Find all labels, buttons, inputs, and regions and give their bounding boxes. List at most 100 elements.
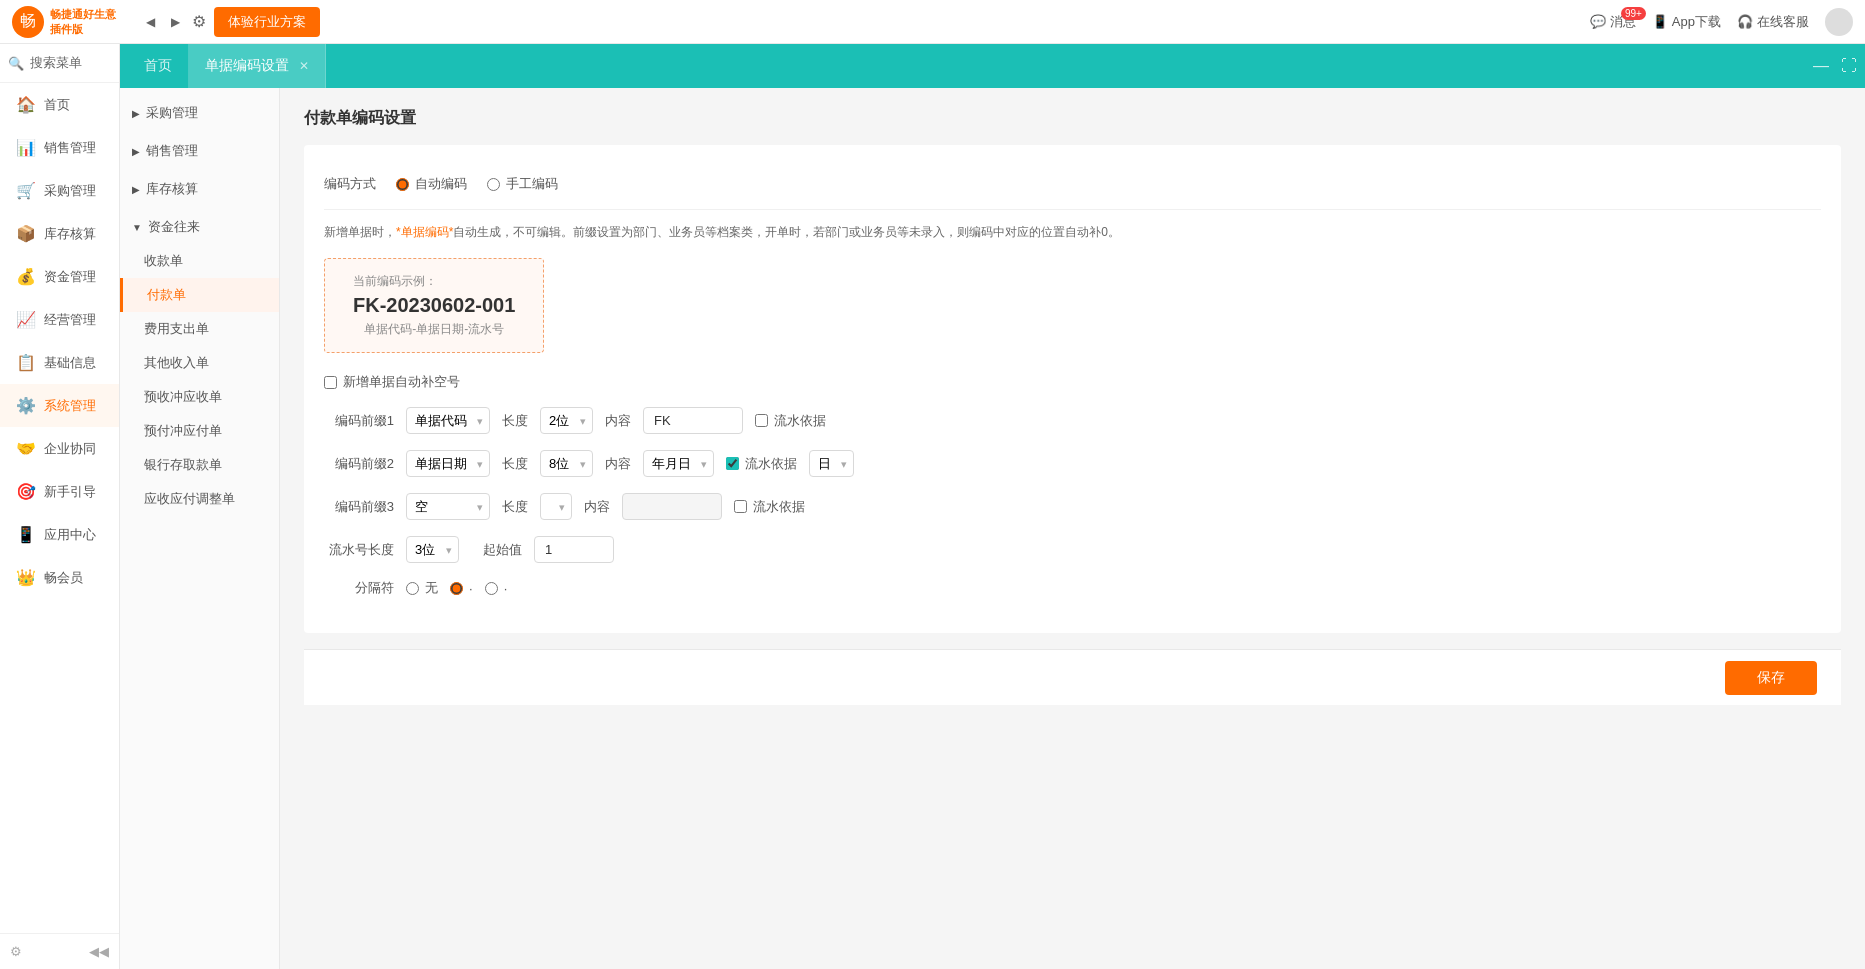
sidebar-item-operations[interactable]: 📈 经营管理 — [0, 298, 119, 341]
auto-fill-checkbox[interactable] — [324, 376, 337, 389]
sidebar-search[interactable]: 🔍 搜索菜单 — [0, 44, 119, 83]
prefix3-length-select[interactable] — [540, 493, 572, 520]
tab-close-icon[interactable]: ✕ — [299, 59, 309, 73]
prefix3-content-label: 内容 — [584, 498, 610, 516]
preview-box: 当前编码示例： FK-20230602-001 单据代码-单据日期-流水号 — [324, 258, 544, 353]
sub-item-prepay-pay[interactable]: 预付冲应付单 — [120, 414, 279, 448]
sidebar-item-sales[interactable]: 📊 销售管理 — [0, 126, 119, 169]
tab-encoding[interactable]: 单据编码设置 ✕ — [189, 44, 326, 88]
sub-item-adjust[interactable]: 应收应付调整单 — [120, 482, 279, 516]
save-button[interactable]: 保存 — [1725, 661, 1817, 695]
chevron-right-icon: ▶ — [132, 184, 140, 195]
prefix1-select-wrap: 单据代码 部门 业务员 — [406, 407, 490, 434]
info-text: 新增单据时，*单据编码*自动生成，不可编辑。前缀设置为部门、业务员等档案类，开单… — [324, 222, 1821, 242]
prefix3-row: 编码前缀3 空 单据代码 部门 长度 — [324, 493, 1821, 520]
preview-label: 当前编码示例： — [353, 273, 515, 290]
auto-fill-label[interactable]: 新增单据自动补空号 — [343, 373, 460, 391]
prefix2-content-select[interactable]: 年月日 年月 年 — [643, 450, 714, 477]
sub-sidebar: ▶ 采购管理 ▶ 销售管理 ▶ 库存核算 — [120, 88, 280, 969]
sub-item-bank-deposit[interactable]: 银行存取款单 — [120, 448, 279, 482]
sidebar-settings-icon[interactable]: ⚙ — [10, 944, 22, 959]
prefix1-content-label: 内容 — [605, 412, 631, 430]
sub-group-inventory-title[interactable]: ▶ 库存核算 — [120, 172, 279, 206]
sub-group-fund: ▼ 资金往来 收款单 付款单 费用支出单 其他收入单 预收冲应收单 预付冲应付单… — [120, 210, 279, 516]
prefix2-row: 编码前缀2 单据日期 单据代码 长度 8位 6位 — [324, 450, 1821, 477]
main-area: 首页 单据编码设置 ✕ — ⛶ ▶ 采购管理 — [120, 44, 1865, 969]
preview-desc: 单据代码-单据日期-流水号 — [353, 321, 515, 338]
chevron-down-icon: ▼ — [132, 222, 142, 233]
avatar[interactable] — [1825, 8, 1853, 36]
tab-bar: 首页 单据编码设置 ✕ — ⛶ — [120, 44, 1865, 88]
separator-dash-radio[interactable]: · — [450, 581, 473, 596]
prefix2-length-select[interactable]: 8位 6位 4位 — [540, 450, 593, 477]
tab-home[interactable]: 首页 — [128, 44, 189, 88]
prefix2-period-wrap: 日 月 年 — [809, 450, 854, 477]
prefix3-select[interactable]: 空 单据代码 部门 — [406, 493, 490, 520]
serial-length-select[interactable]: 3位 4位 5位 — [406, 536, 459, 563]
sub-group-inventory: ▶ 库存核算 — [120, 172, 279, 206]
sidebar-collapse-icon[interactable]: ◀◀ — [89, 944, 109, 959]
system-icon: ⚙️ — [16, 396, 36, 415]
top-bar: 畅 畅捷通好生意 插件版 ◀ ▶ ⚙ 体验行业方案 💬 消息 99+ 📱 App… — [0, 0, 1865, 44]
prefix2-stream-checkbox[interactable] — [726, 457, 739, 470]
prefix3-stream-checkbox[interactable] — [734, 500, 747, 513]
service-btn[interactable]: 🎧 在线客服 — [1737, 13, 1809, 31]
message-badge: 99+ — [1621, 7, 1646, 20]
prefix1-length-select[interactable]: 2位 3位 4位 — [540, 407, 593, 434]
prefix2-select[interactable]: 单据日期 单据代码 — [406, 450, 490, 477]
prefix3-content-input[interactable] — [622, 493, 722, 520]
sidebar-bottom: ⚙ ◀◀ — [0, 933, 119, 969]
separator-dot-radio[interactable]: · — [485, 581, 508, 596]
sidebar-item-newguide[interactable]: 🎯 新手引导 — [0, 470, 119, 513]
sub-group-sales: ▶ 销售管理 — [120, 134, 279, 168]
separator-none-radio[interactable]: 无 — [406, 579, 438, 597]
search-icon: 🔍 — [8, 56, 24, 71]
separator-row: 分隔符 无 · · — [324, 579, 1821, 597]
sidebar-item-home[interactable]: 🏠 首页 — [0, 83, 119, 126]
sub-group-purchase-title[interactable]: ▶ 采购管理 — [120, 96, 279, 130]
tab-maximize-icon[interactable]: ⛶ — [1841, 57, 1857, 75]
prefix3-length-label: 长度 — [502, 498, 528, 516]
trial-button[interactable]: 体验行业方案 — [214, 7, 320, 37]
prefix1-stream-checkbox[interactable] — [755, 414, 768, 427]
purchase-icon: 🛒 — [16, 181, 36, 200]
serial-start-input[interactable] — [534, 536, 614, 563]
sidebar-item-system[interactable]: ⚙️ 系统管理 — [0, 384, 119, 427]
message-btn[interactable]: 💬 消息 99+ — [1590, 13, 1636, 31]
prefix3-stream-label: 流水依据 — [753, 498, 805, 516]
sidebar-item-member[interactable]: 👑 畅会员 — [0, 556, 119, 599]
sidebar-item-basic[interactable]: 📋 基础信息 — [0, 341, 119, 384]
content-area: ▶ 采购管理 ▶ 销售管理 ▶ 库存核算 — [120, 88, 1865, 969]
sidebar-item-finance[interactable]: 💰 资金管理 — [0, 255, 119, 298]
prefix2-label: 编码前缀2 — [324, 455, 394, 473]
sub-group-sales-title[interactable]: ▶ 销售管理 — [120, 134, 279, 168]
sub-item-prepay-receive[interactable]: 预收冲应收单 — [120, 380, 279, 414]
nav-back-icon[interactable]: ◀ — [142, 11, 159, 33]
sub-group-fund-title[interactable]: ▼ 资金往来 — [120, 210, 279, 244]
sidebar-item-purchase[interactable]: 🛒 采购管理 — [0, 169, 119, 212]
prefix2-length-label: 长度 — [502, 455, 528, 473]
preview-code: FK-20230602-001 — [353, 294, 515, 317]
prefix1-content-input[interactable] — [643, 407, 743, 434]
auto-encode-radio[interactable]: 自动编码 — [396, 175, 467, 193]
headset-icon: 🎧 — [1737, 14, 1753, 29]
page-content: 付款单编码设置 编码方式 自动编码 手工编码 — [280, 88, 1865, 969]
sub-item-payment[interactable]: 付款单 — [120, 278, 279, 312]
sub-item-receipt[interactable]: 收款单 — [120, 244, 279, 278]
sidebar-item-apps[interactable]: 📱 应用中心 — [0, 513, 119, 556]
sidebar-item-inventory[interactable]: 📦 库存核算 — [0, 212, 119, 255]
tab-minimize-icon[interactable]: — — [1813, 57, 1829, 75]
finance-icon: 💰 — [16, 267, 36, 286]
prefix2-period-select[interactable]: 日 月 年 — [809, 450, 854, 477]
settings-icon[interactable]: ⚙ — [192, 12, 206, 31]
download-btn[interactable]: 📱 App下载 — [1652, 13, 1721, 31]
prefix1-select[interactable]: 单据代码 部门 业务员 — [406, 407, 490, 434]
prefix1-stream-check: 流水依据 — [755, 412, 826, 430]
manual-encode-radio[interactable]: 手工编码 — [487, 175, 558, 193]
basic-icon: 📋 — [16, 353, 36, 372]
sub-item-expense[interactable]: 费用支出单 — [120, 312, 279, 346]
sub-item-other-income[interactable]: 其他收入单 — [120, 346, 279, 380]
nav-forward-icon[interactable]: ▶ — [167, 11, 184, 33]
chevron-right-icon: ▶ — [132, 108, 140, 119]
sidebar-item-collab[interactable]: 🤝 企业协同 — [0, 427, 119, 470]
